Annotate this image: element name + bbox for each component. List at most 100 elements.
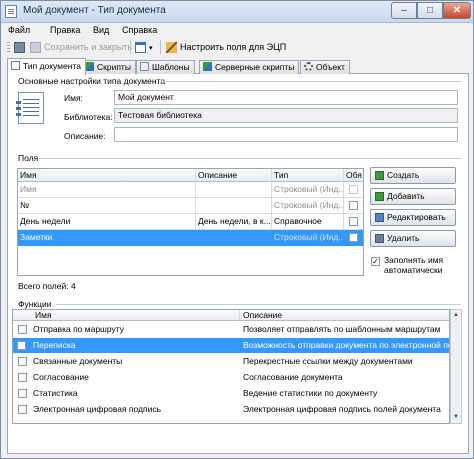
field-type-cell: Строковый (Инд... xyxy=(272,198,344,214)
list-item[interactable]: Электронная цифровая подпись Электронная… xyxy=(13,402,449,417)
list-item[interactable]: Отправка по маршруту Позволяет отправлят… xyxy=(13,322,449,337)
add-icon xyxy=(375,192,384,201)
column-header-description[interactable]: Описание xyxy=(196,169,272,182)
document-type-large-icon xyxy=(16,92,44,124)
library-label: Библиотека: xyxy=(64,112,113,122)
group-divider xyxy=(161,81,461,82)
field-name-cell: № xyxy=(18,198,196,214)
required-checkbox[interactable] xyxy=(349,217,358,226)
function-description: Ведение статистики по документу xyxy=(243,388,378,398)
group-divider xyxy=(39,158,461,159)
required-checkbox[interactable] xyxy=(349,233,358,242)
field-required-cell xyxy=(344,182,363,198)
field-required-cell xyxy=(344,214,363,230)
function-name: Отправка по маршруту xyxy=(33,324,125,334)
basic-settings-group-title: Основные настройки типа документа xyxy=(18,76,166,86)
script-icon xyxy=(85,62,94,71)
form-icon xyxy=(135,42,146,54)
minimize-button[interactable]: – xyxy=(391,2,417,19)
functions-grid[interactable]: Имя Описание Отправка по маршруту Позвол… xyxy=(12,309,450,424)
checkbox-cell xyxy=(13,338,31,353)
window-title: Мой документ - Тип документа xyxy=(23,5,166,16)
fields-total-count: Всего полей: 4 xyxy=(18,281,76,291)
field-type-cell: Строковый (Инд... xyxy=(272,230,344,246)
field-description-cell xyxy=(196,198,272,214)
gear-icon xyxy=(304,62,313,71)
form-dropdown-button[interactable]: ▾ xyxy=(135,39,153,55)
column-header-name[interactable]: Имя xyxy=(13,310,240,321)
delete-icon xyxy=(375,234,384,243)
name-label: Имя: xyxy=(64,93,83,103)
menu-help[interactable]: Справка xyxy=(122,25,157,35)
table-row[interactable]: № Строковый (Инд... xyxy=(18,198,363,214)
field-type-cell: Строковый (Инд... xyxy=(272,182,344,198)
list-item[interactable]: Связанные документы Перекрестные ссылки … xyxy=(13,354,449,369)
create-field-button[interactable]: Создать xyxy=(370,167,456,184)
autofill-name-checkbox[interactable]: ✓ xyxy=(371,257,380,266)
fields-grid[interactable]: Имя Описание Тип Обя Имя Строковый (Инд.… xyxy=(17,168,364,276)
list-item[interactable]: Статистика Ведение статистики по докумен… xyxy=(13,386,449,401)
fields-group-title: Поля xyxy=(18,153,39,163)
menu-file[interactable]: Файл xyxy=(8,25,30,35)
field-name-cell: Заметки xyxy=(18,230,196,246)
edit-icon xyxy=(375,213,384,222)
column-header-required[interactable]: Обя xyxy=(344,169,363,182)
close-button[interactable]: ✕ xyxy=(443,2,471,19)
functions-scrollbar[interactable]: ▲ ▼ xyxy=(450,309,462,424)
tab-server-scripts[interactable]: Серверные скрипты xyxy=(199,60,300,74)
functions-group-title: Функции xyxy=(18,299,52,309)
table-row[interactable]: День недели День недели, в к... Справочн… xyxy=(18,214,363,230)
field-description-cell xyxy=(196,230,272,246)
field-name-cell: Имя xyxy=(18,182,196,198)
save-button[interactable] xyxy=(14,39,28,55)
menu-edit[interactable]: Правка xyxy=(50,25,80,35)
tab-document-type[interactable]: Тип документа xyxy=(7,58,86,75)
toolbar: Сохранить и закрыть ▾ Настроить поля для… xyxy=(5,39,469,55)
title-bar[interactable]: Мой документ - Тип документа – □ ✕ xyxy=(1,1,473,23)
function-checkbox[interactable] xyxy=(17,341,26,350)
configure-eds-fields-button[interactable]: Настроить поля для ЭЦП xyxy=(166,39,286,55)
scroll-down-arrow-icon[interactable]: ▼ xyxy=(451,412,461,423)
menu-view[interactable]: Вид xyxy=(93,25,109,35)
function-description: Перекрестные ссылки между документами xyxy=(243,356,413,366)
toolbar-grip-icon xyxy=(7,39,13,55)
list-item[interactable]: Переписка Возможность отправки документа… xyxy=(13,338,449,353)
autofill-name-label: Заполнять имя автоматически xyxy=(384,255,444,275)
function-name: Согласование xyxy=(33,372,89,382)
function-name: Связанные документы xyxy=(33,356,123,366)
list-item[interactable]: Согласование Согласование документа xyxy=(13,370,449,385)
field-required-cell xyxy=(344,198,363,214)
description-field[interactable] xyxy=(114,127,458,142)
scroll-up-arrow-icon[interactable]: ▲ xyxy=(451,310,461,321)
function-checkbox[interactable] xyxy=(18,389,27,398)
function-name: Электронная цифровая подпись xyxy=(33,404,162,414)
document-type-window: Мой документ - Тип документа – □ ✕ Файл … xyxy=(0,0,474,459)
function-description: Электронная цифровая подпись полей докум… xyxy=(243,404,441,414)
function-checkbox[interactable] xyxy=(18,373,27,382)
table-row[interactable]: Имя Строковый (Инд... xyxy=(18,182,363,198)
add-field-button[interactable]: Добавить xyxy=(370,188,456,205)
tab-scripts[interactable]: Скрипты xyxy=(81,60,136,74)
required-checkbox xyxy=(349,185,358,194)
maximize-button[interactable]: □ xyxy=(417,2,443,19)
create-icon xyxy=(375,171,384,180)
floppy-disk-icon xyxy=(14,42,25,54)
column-header-description[interactable]: Описание xyxy=(240,310,449,321)
save-close-icon xyxy=(30,42,41,54)
function-name: Статистика xyxy=(33,388,78,398)
function-checkbox[interactable] xyxy=(18,325,27,334)
column-header-name[interactable]: Имя xyxy=(18,169,196,182)
description-label: Описание: xyxy=(64,131,106,141)
column-header-type[interactable]: Тип xyxy=(272,169,344,182)
required-checkbox[interactable] xyxy=(349,201,358,210)
function-checkbox[interactable] xyxy=(18,357,27,366)
tab-object[interactable]: Объект xyxy=(300,60,350,74)
function-checkbox[interactable] xyxy=(18,405,27,414)
delete-field-button[interactable]: Удалить xyxy=(370,230,456,247)
table-row[interactable]: Заметки Строковый (Инд... xyxy=(18,230,363,246)
edit-field-button[interactable]: Редактировать xyxy=(370,209,456,226)
name-field[interactable]: Мой документ xyxy=(114,90,458,105)
save-and-close-button[interactable]: Сохранить и закрыть xyxy=(30,39,132,55)
tab-templates[interactable]: Шаблоны xyxy=(136,60,195,74)
function-description: Согласование документа xyxy=(243,372,343,382)
